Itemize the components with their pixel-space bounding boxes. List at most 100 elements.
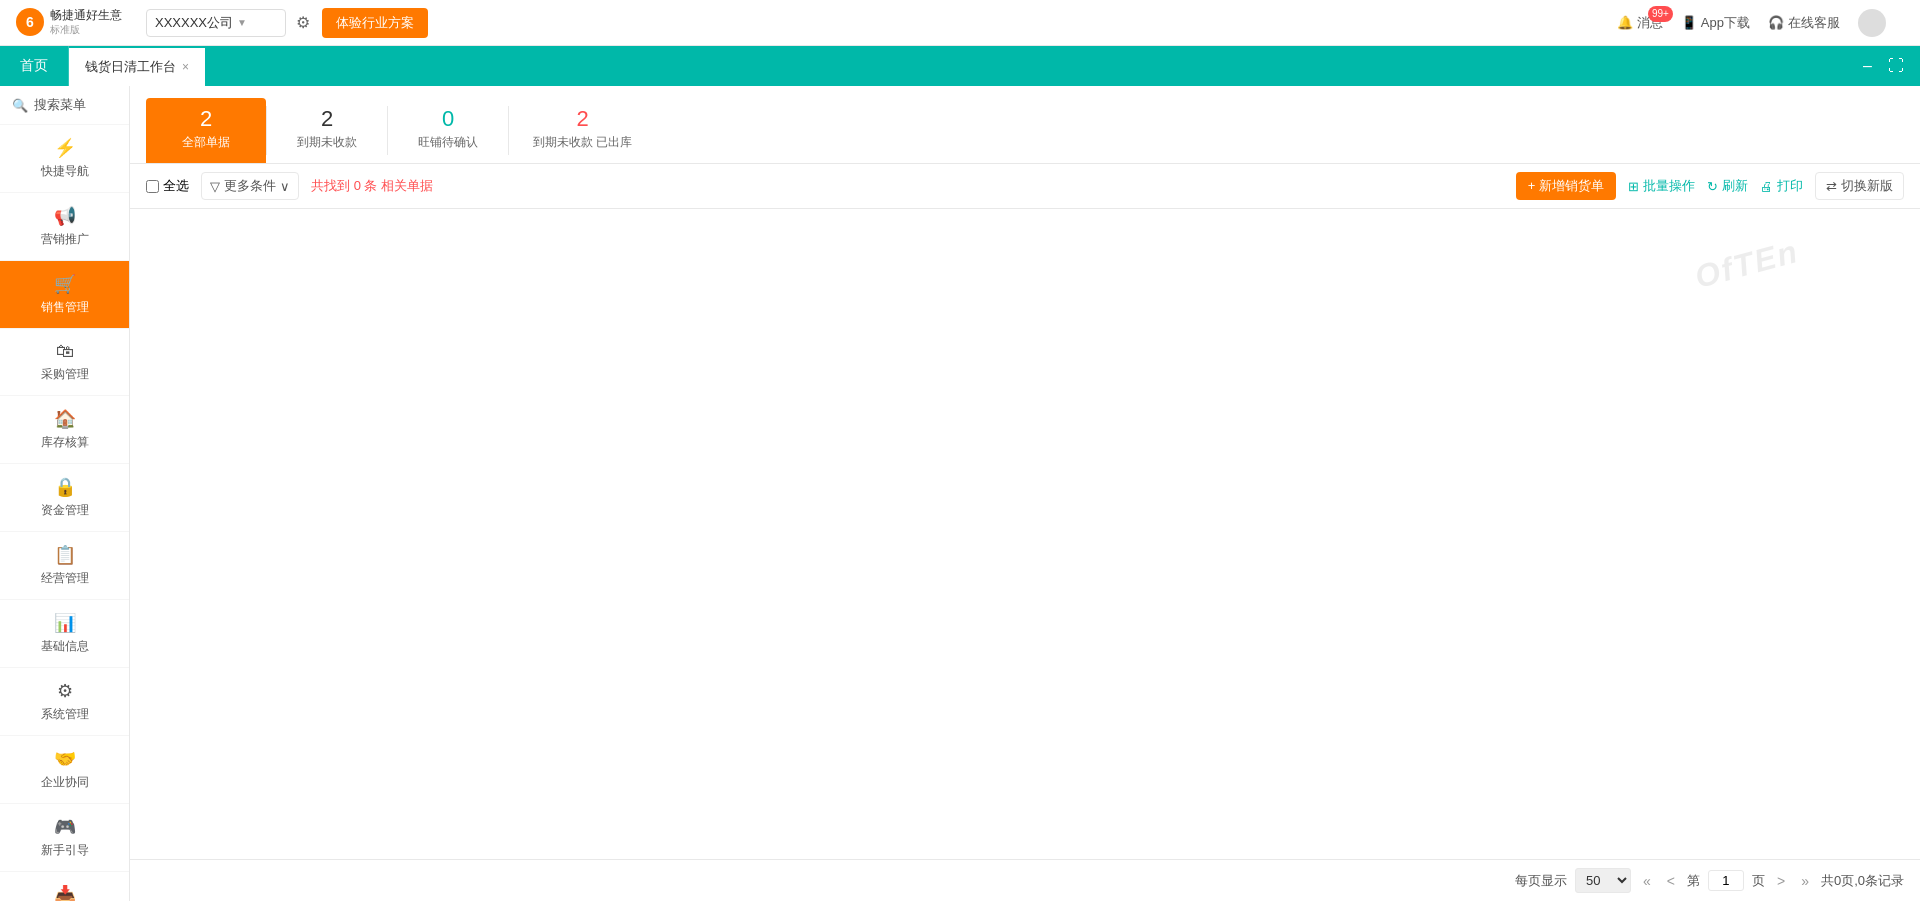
batch-label: 批量操作 bbox=[1643, 177, 1695, 195]
search-menu-item[interactable]: 🔍 搜索菜单 bbox=[0, 86, 129, 125]
stat-tab-pending-confirm[interactable]: 0 旺铺待确认 bbox=[388, 98, 508, 163]
notification-badge: 99+ bbox=[1648, 6, 1673, 22]
sidebar-item-beginner[interactable]: 🎮 新手引导 bbox=[0, 804, 129, 872]
prev-page-button[interactable]: < bbox=[1663, 871, 1679, 891]
filter-icon: ▽ bbox=[210, 179, 220, 194]
sales-icon: 🛒 bbox=[54, 273, 76, 295]
online-service[interactable]: 🎧 在线客服 bbox=[1768, 14, 1840, 32]
home-label: 首页 bbox=[20, 57, 48, 75]
per-page-select[interactable]: 50 100 200 bbox=[1575, 868, 1631, 893]
quick-nav-icon: ⚡ bbox=[54, 137, 76, 159]
logo-icon: 6 bbox=[16, 8, 44, 36]
content-area: 2 全部单据 2 到期未收款 0 旺铺待确认 2 到期未收款 已出库 bbox=[130, 86, 1920, 901]
company-selector[interactable]: XXXXXX公司 ▼ bbox=[146, 9, 286, 37]
tab-close-icon[interactable]: × bbox=[182, 60, 189, 74]
sidebar-item-label: 新手引导 bbox=[41, 842, 89, 859]
stat-tab-overdue-unshipped[interactable]: 2 到期未收款 已出库 bbox=[509, 98, 656, 163]
notification-area[interactable]: 🔔 消息 99+ bbox=[1617, 14, 1663, 32]
sidebar-item-inventory[interactable]: 🏠 库存核算 bbox=[0, 396, 129, 464]
sidebar-item-sales[interactable]: 🛒 销售管理 bbox=[0, 261, 129, 329]
search-icon: 🔍 bbox=[12, 98, 28, 113]
next-page-button[interactable]: > bbox=[1773, 871, 1789, 891]
settings-icon[interactable]: ⚙ bbox=[296, 13, 310, 32]
found-count-text: 共找到 0 条 相关单据 bbox=[311, 177, 433, 195]
operation-icon: 📋 bbox=[54, 544, 76, 566]
bell-icon: 🔔 bbox=[1617, 15, 1633, 30]
stat-label-pending-confirm: 旺铺待确认 bbox=[418, 134, 478, 151]
sidebar-item-app-center[interactable]: 📥 应用中心 bbox=[0, 872, 129, 901]
first-page-button[interactable]: « bbox=[1639, 871, 1655, 891]
print-icon: 🖨 bbox=[1760, 179, 1773, 194]
stat-num-overdue-unpaid: 2 bbox=[321, 106, 333, 132]
top-right-area: 🔔 消息 99+ 📱 App下载 🎧 在线客服 bbox=[1617, 9, 1904, 37]
sidebar-item-cooperation[interactable]: 🤝 企业协同 bbox=[0, 736, 129, 804]
sidebar-item-purchase[interactable]: 🛍 采购管理 bbox=[0, 329, 129, 396]
app-download[interactable]: 📱 App下载 bbox=[1681, 14, 1750, 32]
sidebar-item-label: 系统管理 bbox=[41, 706, 89, 723]
top-bar: 6 畅捷通好生意 标准版 XXXXXX公司 ▼ ⚙ 体验行业方案 🔔 消息 99… bbox=[0, 0, 1920, 46]
beginner-icon: 🎮 bbox=[54, 816, 76, 838]
system-icon: ⚙ bbox=[57, 680, 73, 702]
filter-label: 更多条件 bbox=[224, 177, 276, 195]
sidebar-item-base-info[interactable]: 📊 基础信息 bbox=[0, 600, 129, 668]
switch-version-button[interactable]: ⇄ 切换新版 bbox=[1815, 172, 1904, 200]
avatar[interactable] bbox=[1858, 9, 1886, 37]
total-info: 共0页,0条记录 bbox=[1821, 872, 1904, 890]
found-number: 0 bbox=[354, 178, 361, 193]
online-service-label: 在线客服 bbox=[1788, 14, 1840, 32]
inventory-icon: 🏠 bbox=[54, 408, 76, 430]
sidebar-item-operation[interactable]: 📋 经营管理 bbox=[0, 532, 129, 600]
switch-icon: ⇄ bbox=[1826, 179, 1837, 194]
company-name: XXXXXX公司 bbox=[155, 14, 233, 32]
tab-minimize-icon[interactable]: – bbox=[1859, 53, 1876, 79]
sidebar-item-system[interactable]: ⚙ 系统管理 bbox=[0, 668, 129, 736]
marketing-icon: 📢 bbox=[54, 205, 76, 227]
search-menu-label: 搜索菜单 bbox=[34, 96, 86, 114]
base-info-icon: 📊 bbox=[54, 612, 76, 634]
sidebar: 🔍 搜索菜单 ⚡ 快捷导航 📢 营销推广 🛒 销售管理 🛍 采购管理 🏠 库存核… bbox=[0, 86, 130, 901]
stat-num-overdue-unshipped: 2 bbox=[577, 106, 589, 132]
last-page-button[interactable]: » bbox=[1797, 871, 1813, 891]
select-all-label: 全选 bbox=[163, 177, 189, 195]
print-label: 打印 bbox=[1777, 177, 1803, 195]
select-all-checkbox[interactable]: 全选 bbox=[146, 177, 189, 195]
add-sales-order-button[interactable]: + 新增销货单 bbox=[1516, 172, 1616, 200]
logo-area: 6 畅捷通好生意 标准版 bbox=[16, 8, 146, 36]
company-dropdown-icon: ▼ bbox=[237, 17, 247, 28]
tab-maximize-icon[interactable]: ⛶ bbox=[1884, 53, 1908, 79]
sidebar-item-label: 企业协同 bbox=[41, 774, 89, 791]
refresh-button[interactable]: ↻ 刷新 bbox=[1707, 177, 1748, 195]
sidebar-item-label: 库存核算 bbox=[41, 434, 89, 451]
sidebar-item-label: 营销推广 bbox=[41, 231, 89, 248]
print-button[interactable]: 🖨 打印 bbox=[1760, 177, 1803, 195]
tab-home[interactable]: 首页 bbox=[0, 46, 69, 86]
sidebar-item-quick-nav[interactable]: ⚡ 快捷导航 bbox=[0, 125, 129, 193]
toolbar: 全选 ▽ 更多条件 ∨ 共找到 0 条 相关单据 + 新增销货单 ⊞ 批量操作 bbox=[130, 164, 1920, 209]
service-icon: 🎧 bbox=[1768, 15, 1784, 30]
per-page-label: 每页显示 bbox=[1515, 872, 1567, 890]
batch-operation-button[interactable]: ⊞ 批量操作 bbox=[1628, 177, 1695, 195]
refresh-label: 刷新 bbox=[1722, 177, 1748, 195]
trial-button[interactable]: 体验行业方案 bbox=[322, 8, 428, 38]
filter-dropdown-icon: ∨ bbox=[280, 179, 290, 194]
page-input[interactable] bbox=[1708, 870, 1744, 891]
batch-icon: ⊞ bbox=[1628, 179, 1639, 194]
filter-button[interactable]: ▽ 更多条件 ∨ bbox=[201, 172, 299, 200]
purchase-icon: 🛍 bbox=[56, 341, 74, 362]
stat-label-overdue-unshipped: 到期未收款 已出库 bbox=[533, 134, 632, 151]
stat-tab-overdue-unpaid[interactable]: 2 到期未收款 bbox=[267, 98, 387, 163]
sidebar-item-finance[interactable]: 🔒 资金管理 bbox=[0, 464, 129, 532]
sidebar-item-label: 采购管理 bbox=[41, 366, 89, 383]
app-center-icon: 📥 bbox=[54, 884, 76, 901]
found-suffix: 相关单据 bbox=[381, 178, 433, 193]
sidebar-item-label: 销售管理 bbox=[41, 299, 89, 316]
found-prefix: 共找到 bbox=[311, 178, 350, 193]
sidebar-item-marketing[interactable]: 📢 营销推广 bbox=[0, 193, 129, 261]
app-download-label: App下载 bbox=[1701, 14, 1750, 32]
tab-active[interactable]: 钱货日清工作台 × bbox=[69, 46, 205, 86]
select-all-input[interactable] bbox=[146, 180, 159, 193]
stat-tab-all[interactable]: 2 全部单据 bbox=[146, 98, 266, 163]
logo-text: 畅捷通好生意 bbox=[50, 8, 122, 22]
sidebar-item-label: 快捷导航 bbox=[41, 163, 89, 180]
table-area bbox=[130, 209, 1920, 859]
